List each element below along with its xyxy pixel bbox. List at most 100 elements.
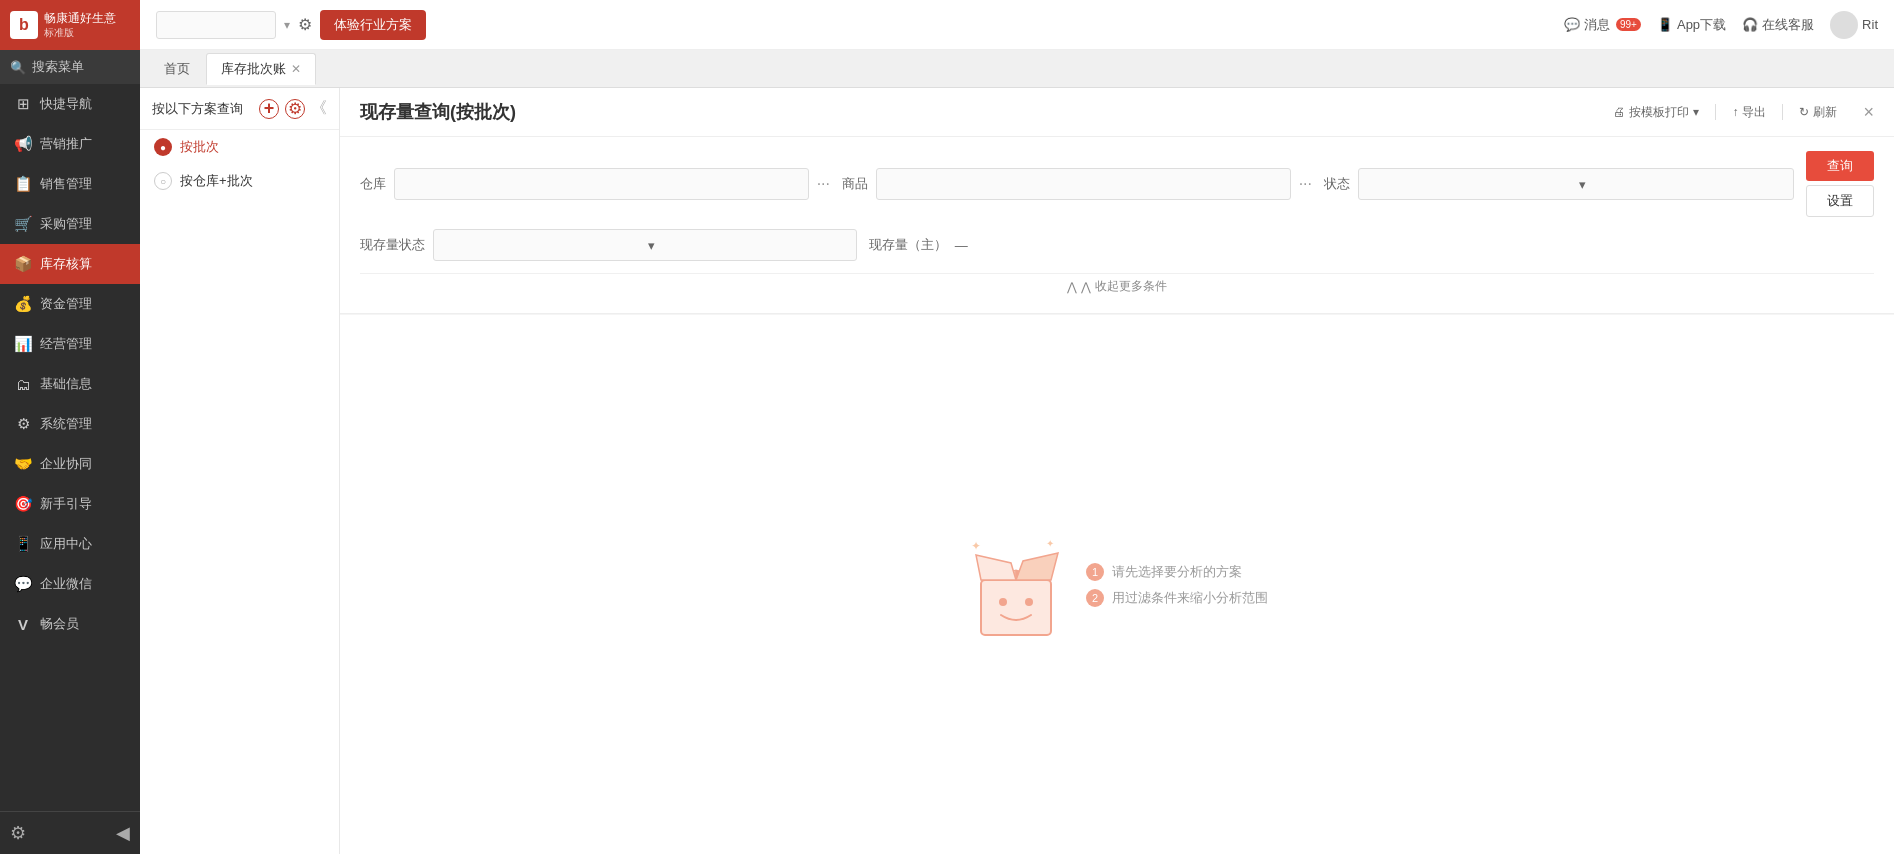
empty-illustration: ✦ ✦ xyxy=(966,535,1066,635)
sidebar-item-basic[interactable]: 🗂 基础信息 xyxy=(0,364,140,404)
collapse-panel-button[interactable]: 《 xyxy=(311,98,327,119)
message-badge: 99+ xyxy=(1616,18,1641,31)
filter-row-1: 仓库 ··· 商品 ··· 状态 xyxy=(360,151,1874,217)
topbar-right: 💬 消息 99+ 📱 App下载 🎧 在线客服 Rit xyxy=(1564,11,1878,39)
right-content: 现存量查询(按批次) 🖨 按模板打印 ▾ ↑ 导出 ↻ 刷 xyxy=(340,88,1894,854)
collapse-more-btn[interactable]: ⋀ ⋀ 收起更多条件 xyxy=(360,273,1874,299)
collapse-sidebar-button[interactable]: ◀ xyxy=(116,822,130,844)
messages-btn[interactable]: 💬 消息 99+ xyxy=(1564,16,1641,34)
tab-close-icon[interactable]: ✕ xyxy=(291,62,301,76)
product-more-btn[interactable]: ··· xyxy=(1299,175,1312,193)
sidebar-item-marketing[interactable]: 📢 营销推广 xyxy=(0,124,140,164)
query-button[interactable]: 查询 xyxy=(1806,151,1874,181)
export-icon: ↑ xyxy=(1732,105,1738,119)
divider xyxy=(1715,104,1716,120)
inventory-status-select[interactable]: ▾ xyxy=(433,229,857,261)
main-area: ▾ ⚙ 体验行业方案 💬 消息 99+ 📱 App下载 🎧 在线客服 Rit xyxy=(140,0,1894,854)
trial-btn[interactable]: 体验行业方案 xyxy=(320,10,426,40)
sidebar-item-inventory[interactable]: 📦 库存核算 xyxy=(0,244,140,284)
empty-hints: 1 请先选择要分析的方案 2 用过滤条件来缩小分析范围 xyxy=(1086,563,1268,607)
add-schema-button[interactable]: + xyxy=(259,99,279,119)
online-service-btn[interactable]: 🎧 在线客服 xyxy=(1742,16,1814,34)
sidebar-item-sales[interactable]: 📋 销售管理 xyxy=(0,164,140,204)
collapse-up-icon: ⋀ ⋀ xyxy=(1067,280,1090,294)
inventory-status-chevron-icon: ▾ xyxy=(648,238,848,253)
hint-num-2: 2 xyxy=(1086,589,1104,607)
sales-icon: 📋 xyxy=(14,175,32,193)
svg-point-5 xyxy=(999,598,1007,606)
sidebar-logo: b xyxy=(10,11,38,39)
member-icon: V xyxy=(14,616,32,633)
svg-marker-3 xyxy=(976,555,1016,580)
filter-area: 仓库 ··· 商品 ··· 状态 xyxy=(340,137,1894,313)
warehouse-more-btn[interactable]: ··· xyxy=(817,175,830,193)
schema-settings-button[interactable]: ⚙ xyxy=(285,99,305,119)
inventory-status-group: 现存量状态 ▾ xyxy=(360,229,857,261)
app-download-btn[interactable]: 📱 App下载 xyxy=(1657,16,1726,34)
print-icon: 🖨 xyxy=(1613,105,1625,119)
print-btn[interactable]: 🖨 按模板打印 ▾ xyxy=(1607,101,1705,124)
tabbar: 首页 库存批次账 ✕ xyxy=(140,50,1894,88)
tab-batch[interactable]: 库存批次账 ✕ xyxy=(206,53,316,85)
finance-icon: 💰 xyxy=(14,295,32,313)
sidebar-item-finance[interactable]: 💰 资金管理 xyxy=(0,284,140,324)
sidebar-footer: ⚙ ◀ xyxy=(0,811,140,854)
refresh-icon: ↻ xyxy=(1799,105,1809,119)
sidebar-item-operations[interactable]: 📊 经营管理 xyxy=(0,324,140,364)
topbar-chevron-icon[interactable]: ▾ xyxy=(284,18,290,32)
sidebar-nav: ⊞ 快捷导航 📢 营销推广 📋 销售管理 🛒 采购管理 📦 库存核算 💰 资金管… xyxy=(0,84,140,811)
schema-item-batch[interactable]: ● 按批次 xyxy=(140,130,339,164)
sidebar-item-purchase[interactable]: 🛒 采购管理 xyxy=(0,204,140,244)
svg-text:✦: ✦ xyxy=(971,539,981,553)
svg-rect-0 xyxy=(981,580,1051,635)
empty-state: ✦ ✦ 1 请先选择要分析的方案 2 用过滤条件来缩小分析范围 xyxy=(340,315,1894,854)
close-page-btn[interactable]: × xyxy=(1863,102,1874,123)
topbar-gear-icon[interactable]: ⚙ xyxy=(298,15,312,34)
schema-item-warehouse-batch[interactable]: ○ 按仓库+批次 xyxy=(140,164,339,198)
warehouse-filter-group: 仓库 ··· xyxy=(360,168,830,200)
page-header-actions: 🖨 按模板打印 ▾ ↑ 导出 ↻ 刷新 × xyxy=(1607,101,1874,124)
status-select[interactable]: ▾ xyxy=(1358,168,1794,200)
sidebar-item-app-center[interactable]: 📱 应用中心 xyxy=(0,524,140,564)
settings-button[interactable]: 设置 xyxy=(1806,185,1874,217)
topbar-left: ▾ ⚙ 体验行业方案 xyxy=(156,10,1554,40)
sidebar-item-enterprise[interactable]: 🤝 企业协同 xyxy=(0,444,140,484)
inventory-icon: 📦 xyxy=(14,255,32,273)
sidebar-item-quick-nav[interactable]: ⊞ 快捷导航 xyxy=(0,84,140,124)
schema-active-dot: ● xyxy=(154,138,172,156)
settings-button[interactable]: ⚙ xyxy=(10,822,26,844)
search-icon: 🔍 xyxy=(10,60,26,75)
filter-section: 仓库 ··· 商品 ··· 状态 xyxy=(340,137,1894,314)
refresh-btn[interactable]: ↻ 刷新 xyxy=(1793,101,1843,124)
system-icon: ⚙ xyxy=(14,415,32,433)
sidebar-item-wechat[interactable]: 💬 企业微信 xyxy=(0,564,140,604)
wechat-icon: 💬 xyxy=(14,575,32,593)
warehouse-input[interactable] xyxy=(394,168,809,200)
status-chevron-icon: ▾ xyxy=(1579,177,1785,192)
sidebar-search[interactable]: 🔍 搜索菜单 xyxy=(0,50,140,84)
hint-item-2: 2 用过滤条件来缩小分析范围 xyxy=(1086,589,1268,607)
svg-text:✦: ✦ xyxy=(1046,538,1054,549)
sidebar-brand: 畅康通好生意 标准版 xyxy=(44,11,116,40)
topbar: ▾ ⚙ 体验行业方案 💬 消息 99+ 📱 App下载 🎧 在线客服 Rit xyxy=(140,0,1894,50)
download-icon: 📱 xyxy=(1657,17,1673,32)
hint-item-1: 1 请先选择要分析的方案 xyxy=(1086,563,1268,581)
message-icon: 💬 xyxy=(1564,17,1580,32)
sidebar-item-system[interactable]: ⚙ 系统管理 xyxy=(0,404,140,444)
enterprise-icon: 🤝 xyxy=(14,455,32,473)
product-input[interactable] xyxy=(876,168,1291,200)
schema-dot: ○ xyxy=(154,172,172,190)
sidebar-item-newbie[interactable]: 🎯 新手引导 xyxy=(0,484,140,524)
tab-home[interactable]: 首页 xyxy=(150,54,204,84)
print-dropdown-icon: ▾ xyxy=(1693,105,1699,119)
content-area: 按以下方案查询 + ⚙ 《 ● 按批次 ○ 按仓库+批次 现存量查询(按批次) xyxy=(140,88,1894,854)
avatar xyxy=(1830,11,1858,39)
topbar-search-input[interactable] xyxy=(156,11,276,39)
product-filter-group: 商品 ··· xyxy=(842,168,1312,200)
user-profile[interactable]: Rit xyxy=(1830,11,1878,39)
svg-marker-4 xyxy=(1016,553,1058,580)
sidebar-item-member[interactable]: V 畅会员 xyxy=(0,604,140,644)
export-btn[interactable]: ↑ 导出 xyxy=(1726,101,1772,124)
left-panel-header: 按以下方案查询 + ⚙ 《 xyxy=(140,88,339,130)
hint-num-1: 1 xyxy=(1086,563,1104,581)
